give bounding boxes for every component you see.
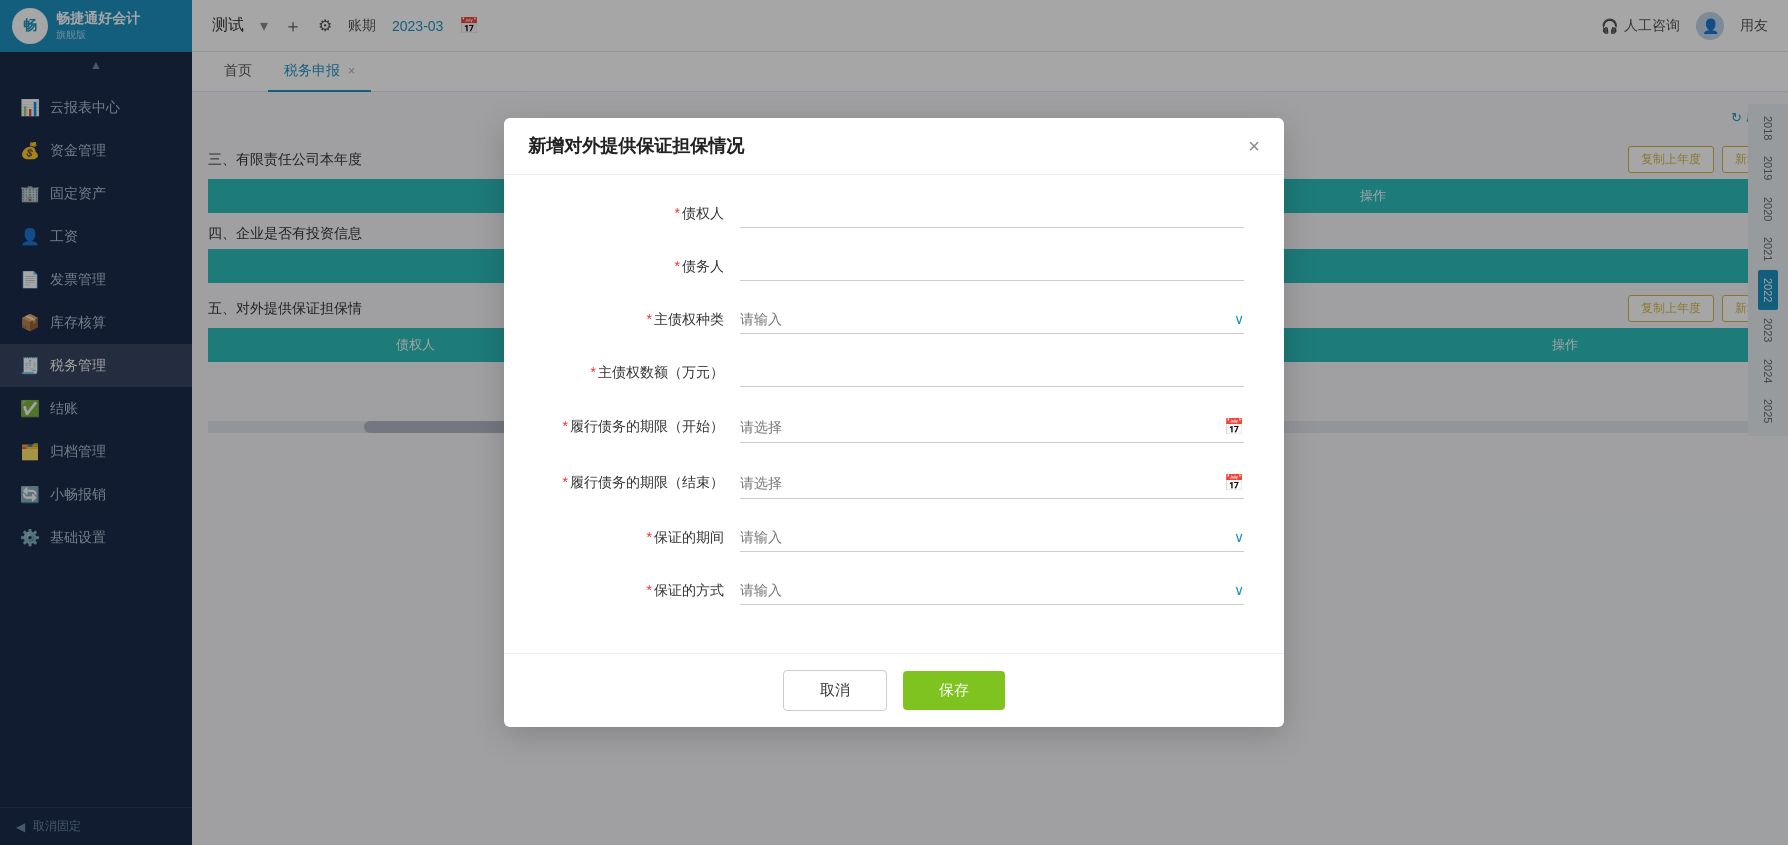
input-debtor[interactable] bbox=[740, 252, 1244, 281]
form-label-creditor-type: *主债权种类 bbox=[544, 311, 724, 329]
select-input-guarantee-period[interactable] bbox=[740, 529, 1234, 545]
required-mark-obligation-start: * bbox=[563, 418, 568, 434]
modal-close-btn[interactable]: × bbox=[1248, 136, 1260, 156]
input-creditor-amount[interactable] bbox=[740, 358, 1244, 387]
required-mark-creditor-type: * bbox=[647, 311, 652, 327]
form-row-debtor: *债务人 bbox=[544, 252, 1244, 281]
form-row-guarantee-method: *保证的方式 ∨ bbox=[544, 576, 1244, 605]
form-row-creditor: *债权人 bbox=[544, 199, 1244, 228]
select-arrow-creditor-type[interactable]: ∨ bbox=[1234, 311, 1244, 327]
required-mark-creditor-amount: * bbox=[591, 364, 596, 380]
form-label-obligation-end: *履行债务的期限（结束） bbox=[544, 474, 724, 492]
required-mark-obligation-end: * bbox=[563, 474, 568, 490]
modal-header: 新增对外提供保证担保情况 × bbox=[504, 118, 1284, 175]
select-arrow-guarantee-method[interactable]: ∨ bbox=[1234, 582, 1244, 598]
modal-body: *债权人 *债务人 *主债权种类 ∨ *主债权数额（万元） *履行债务的期限（开始） 📅… bbox=[504, 175, 1284, 653]
form-row-obligation-start: *履行债务的期限（开始） 📅 bbox=[544, 411, 1244, 443]
required-mark-debtor: * bbox=[675, 258, 680, 274]
select-wrap-creditor-type: ∨ bbox=[740, 305, 1244, 334]
date-icon-obligation-end[interactable]: 📅 bbox=[1224, 473, 1244, 492]
form-row-creditor-type: *主债权种类 ∨ bbox=[544, 305, 1244, 334]
form-label-guarantee-period: *保证的期间 bbox=[544, 529, 724, 547]
form-label-obligation-start: *履行债务的期限（开始） bbox=[544, 418, 724, 436]
select-wrap-guarantee-method: ∨ bbox=[740, 576, 1244, 605]
form-row-creditor-amount: *主债权数额（万元） bbox=[544, 358, 1244, 387]
form-label-debtor: *债务人 bbox=[544, 258, 724, 276]
required-mark-guarantee-method: * bbox=[647, 582, 652, 598]
select-wrap-guarantee-period: ∨ bbox=[740, 523, 1244, 552]
form-row-guarantee-period: *保证的期间 ∨ bbox=[544, 523, 1244, 552]
select-input-creditor-type[interactable] bbox=[740, 311, 1234, 327]
form-label-guarantee-method: *保证的方式 bbox=[544, 582, 724, 600]
date-wrap-obligation-start: 📅 bbox=[740, 411, 1244, 443]
date-wrap-obligation-end: 📅 bbox=[740, 467, 1244, 499]
required-mark-guarantee-period: * bbox=[647, 529, 652, 545]
select-arrow-guarantee-period[interactable]: ∨ bbox=[1234, 529, 1244, 545]
cancel-button[interactable]: 取消 bbox=[783, 670, 887, 711]
date-input-obligation-end[interactable] bbox=[740, 475, 1224, 491]
select-input-guarantee-method[interactable] bbox=[740, 582, 1234, 598]
date-input-obligation-start[interactable] bbox=[740, 419, 1224, 435]
modal-title: 新增对外提供保证担保情况 bbox=[528, 134, 744, 158]
date-icon-obligation-start[interactable]: 📅 bbox=[1224, 417, 1244, 436]
required-mark-creditor: * bbox=[675, 205, 680, 221]
save-button[interactable]: 保存 bbox=[903, 671, 1005, 710]
modal: 新增对外提供保证担保情况 × *债权人 *债务人 *主债权种类 ∨ *主债权数额（万元… bbox=[504, 118, 1284, 727]
form-label-creditor: *债权人 bbox=[544, 205, 724, 223]
form-label-creditor-amount: *主债权数额（万元） bbox=[544, 364, 724, 382]
modal-footer: 取消 保存 bbox=[504, 653, 1284, 727]
form-row-obligation-end: *履行债务的期限（结束） 📅 bbox=[544, 467, 1244, 499]
modal-overlay: 新增对外提供保证担保情况 × *债权人 *债务人 *主债权种类 ∨ *主债权数额（万元… bbox=[0, 0, 1788, 845]
input-creditor[interactable] bbox=[740, 199, 1244, 228]
